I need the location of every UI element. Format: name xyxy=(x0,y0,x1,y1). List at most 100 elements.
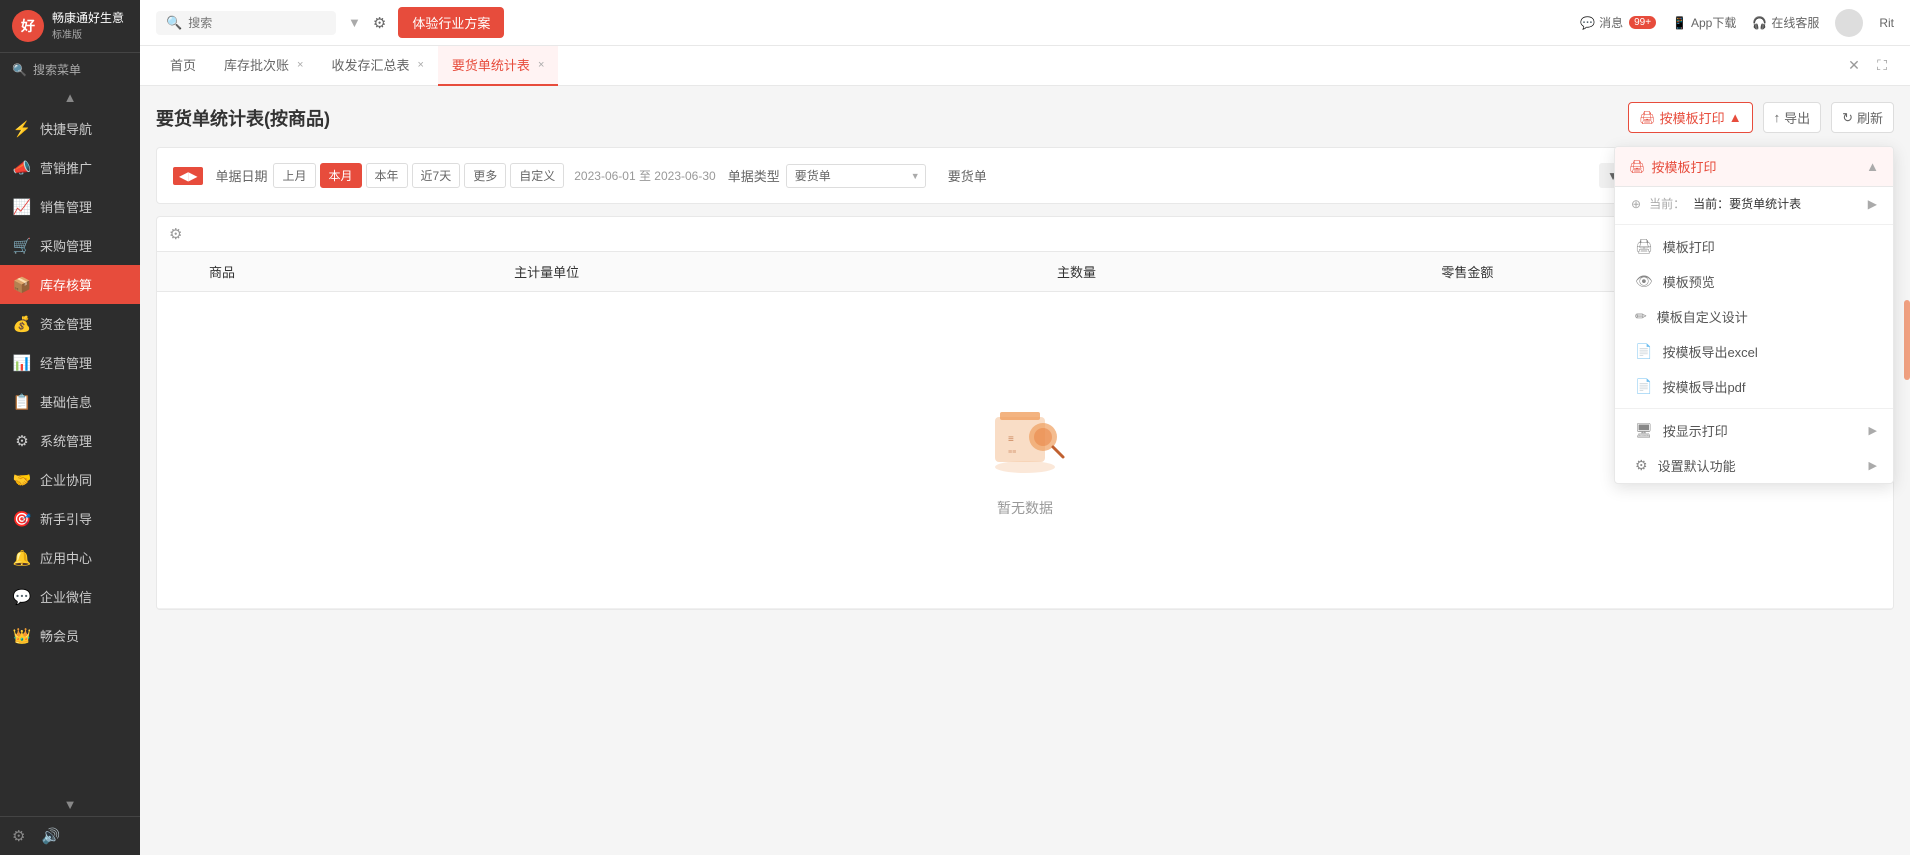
dropdown-template-print[interactable]: 🖨 模板打印 xyxy=(1615,229,1893,264)
empty-state-icon: ≡ ≡≡ xyxy=(975,382,1075,482)
date-btn-this-year[interactable]: 本年 xyxy=(366,163,408,188)
sidebar-footer: ⚙ 🔊 xyxy=(0,816,140,855)
basic-icon: 📋 xyxy=(12,393,32,411)
table-settings-icon[interactable]: ⚙ xyxy=(169,225,182,243)
dropdown-default-function[interactable]: ⚙ 设置默认功能 ▶ xyxy=(1615,448,1893,483)
dropdown-header-title-area: 🖨 按模板打印 xyxy=(1629,157,1717,176)
sidebar-scroll-up[interactable]: ▲ xyxy=(0,86,140,109)
user-avatar[interactable] xyxy=(1835,9,1863,37)
export-excel-icon: 📄 xyxy=(1635,343,1652,360)
type-select[interactable]: 要货单 xyxy=(786,164,926,188)
refresh-icon: ↻ xyxy=(1842,110,1853,126)
sidebar-item-appstore[interactable]: 🔔 应用中心 xyxy=(0,538,140,577)
sidebar-item-coop[interactable]: 🤝 企业协同 xyxy=(0,460,140,499)
type-filter-item: 单据类型 要货单 xyxy=(728,164,936,188)
trial-button[interactable]: 体验行业方案 xyxy=(398,7,504,38)
dropdown-chevron-up-icon: ▲ xyxy=(1866,159,1879,174)
app-download-button[interactable]: 📱 App下载 xyxy=(1672,14,1736,31)
quick-nav-icon: ⚡ xyxy=(12,120,32,138)
system-icon: ⚙ xyxy=(12,432,32,450)
topbar: 🔍 ▼ ⚙ 体验行业方案 💬 消息 99+ 📱 App下载 🎧 在线客服 Ri xyxy=(140,0,1910,46)
sidebar-item-newbie[interactable]: 🎯 新手引导 xyxy=(0,499,140,538)
topbar-search-box[interactable]: 🔍 xyxy=(156,11,336,35)
topbar-search-input[interactable] xyxy=(188,16,326,30)
sidebar-item-member[interactable]: 👑 畅会员 xyxy=(0,616,140,655)
display-print-icon: 🖥 xyxy=(1635,422,1653,439)
sidebar-item-basic[interactable]: 📋 基础信息 xyxy=(0,382,140,421)
dropdown-template-custom[interactable]: ✏ 模板自定义设计 xyxy=(1615,299,1893,334)
sidebar-search[interactable]: 🔍 搜索菜单 xyxy=(0,53,140,86)
template-print-button[interactable]: 🖨 按模板打印 ▲ xyxy=(1628,102,1752,133)
svg-text:≡: ≡ xyxy=(1008,434,1014,445)
template-print-chevron-icon: ▲ xyxy=(1729,110,1742,125)
sidebar-item-system[interactable]: ⚙ 系统管理 xyxy=(0,421,140,460)
sidebar-audio-icon[interactable]: 🔊 xyxy=(41,827,60,845)
date-btn-more[interactable]: 更多 xyxy=(464,163,506,188)
dropdown-divider-1 xyxy=(1615,224,1893,225)
tab-receipt-summary[interactable]: 收发存汇总表 × xyxy=(317,46,437,86)
sidebar: 好 畅康通好生意 标准版 🔍 搜索菜单 ▲ ⚡ 快捷导航 📣 营销推广 📈 销售… xyxy=(0,0,140,855)
tab-receipt-summary-close[interactable]: × xyxy=(417,59,423,71)
app-download-icon: 📱 xyxy=(1672,16,1687,30)
default-function-chevron: ▶ xyxy=(1869,459,1877,472)
tab-home[interactable]: 首页 xyxy=(156,46,210,86)
type-select-wrapper: 要货单 xyxy=(786,164,926,188)
sidebar-scroll-down[interactable]: ▼ xyxy=(0,793,140,816)
date-btn-custom[interactable]: 自定义 xyxy=(510,163,564,188)
current-template-chevron: ▶ xyxy=(1868,197,1877,211)
sidebar-item-purchase[interactable]: 🛒 采购管理 xyxy=(0,226,140,265)
dropdown-export-excel[interactable]: 📄 按模板导出excel xyxy=(1615,334,1893,369)
date-btn-last-month[interactable]: 上月 xyxy=(273,163,315,188)
goods-type-filter: 要货单 xyxy=(948,166,987,185)
wechat-icon: 💬 xyxy=(12,588,32,606)
sidebar-logo: 好 畅康通好生意 标准版 xyxy=(0,0,140,53)
sidebar-settings-icon[interactable]: ⚙ xyxy=(12,827,25,845)
current-template-icon: ⊕ xyxy=(1631,197,1641,211)
tab-order-stats-close[interactable]: × xyxy=(538,59,544,71)
sidebar-item-wechat[interactable]: 💬 企业微信 xyxy=(0,577,140,616)
filter-collapse-icon[interactable]: ◀▶ xyxy=(173,167,203,185)
topbar-dropdown-icon[interactable]: ▼ xyxy=(348,15,361,30)
marketing-icon: 📣 xyxy=(12,159,32,177)
date-btn-7days[interactable]: 近7天 xyxy=(412,163,461,188)
online-service-button[interactable]: 🎧 在线客服 xyxy=(1752,14,1819,31)
message-button[interactable]: 💬 消息 99+ xyxy=(1580,14,1656,31)
filter-toggle[interactable]: ◀▶ xyxy=(173,167,203,185)
date-btn-this-month[interactable]: 本月 xyxy=(320,163,362,188)
newbie-icon: 🎯 xyxy=(12,510,32,528)
export-button[interactable]: ↑ 导出 xyxy=(1763,102,1822,133)
tab-batch-account[interactable]: 库存批次账 × xyxy=(210,46,317,86)
dropdown-template-preview[interactable]: 👁 模板预览 xyxy=(1615,264,1893,299)
refresh-button[interactable]: ↻ 刷新 xyxy=(1831,102,1894,133)
empty-state-text: 暂无数据 xyxy=(997,498,1053,518)
template-print-dropdown: 🖨 按模板打印 ▲ ⊕ 当前： 当前：要货单统计表 ▶ 🖨 模板打印 👁 xyxy=(1614,146,1894,484)
template-preview-icon: 👁 xyxy=(1635,273,1653,290)
current-template-label: ⊕ 当前： 当前：要货单统计表 ▶ xyxy=(1615,187,1893,220)
tab-order-stats[interactable]: 要货单统计表 × xyxy=(438,46,558,86)
tab-batch-account-close[interactable]: × xyxy=(297,59,303,71)
topbar-gear-icon[interactable]: ⚙ xyxy=(373,14,386,32)
page-header: 要货单统计表(按商品) 🖨 按模板打印 ▲ ↑ 导出 ↻ 刷新 xyxy=(156,102,1894,133)
sidebar-item-operation[interactable]: 📊 经营管理 xyxy=(0,343,140,382)
dropdown-export-pdf[interactable]: 📄 按模板导出pdf xyxy=(1615,369,1893,404)
dropdown-title: 按模板打印 xyxy=(1652,157,1717,176)
tabs-close-all[interactable]: ✕ xyxy=(1842,54,1866,78)
tabs-bar: 首页 库存批次账 × 收发存汇总表 × 要货单统计表 × ✕ ⛶ xyxy=(140,46,1910,86)
sidebar-item-inventory[interactable]: 📦 库存核算 xyxy=(0,265,140,304)
finance-icon: 💰 xyxy=(12,315,32,333)
sales-icon: 📈 xyxy=(12,198,32,216)
right-scrollbar[interactable] xyxy=(1904,300,1910,380)
coop-icon: 🤝 xyxy=(12,471,32,489)
dropdown-display-print[interactable]: 🖥 按显示打印 ▶ xyxy=(1615,413,1893,448)
date-filter: 上月 本月 本年 近7天 更多 自定义 xyxy=(273,163,564,188)
sidebar-item-quick-nav[interactable]: ⚡ 快捷导航 xyxy=(0,109,140,148)
operation-icon: 📊 xyxy=(12,354,32,372)
appstore-icon: 🔔 xyxy=(12,549,32,567)
topbar-search-icon: 🔍 xyxy=(166,15,182,31)
sidebar-item-marketing[interactable]: 📣 营销推广 xyxy=(0,148,140,187)
sidebar-item-finance[interactable]: 💰 资金管理 xyxy=(0,304,140,343)
tabs-maximize[interactable]: ⛶ xyxy=(1870,54,1894,78)
app-logo-icon: 好 xyxy=(12,10,44,42)
dropdown-header-controls: ▲ xyxy=(1866,159,1879,174)
sidebar-item-sales[interactable]: 📈 销售管理 xyxy=(0,187,140,226)
